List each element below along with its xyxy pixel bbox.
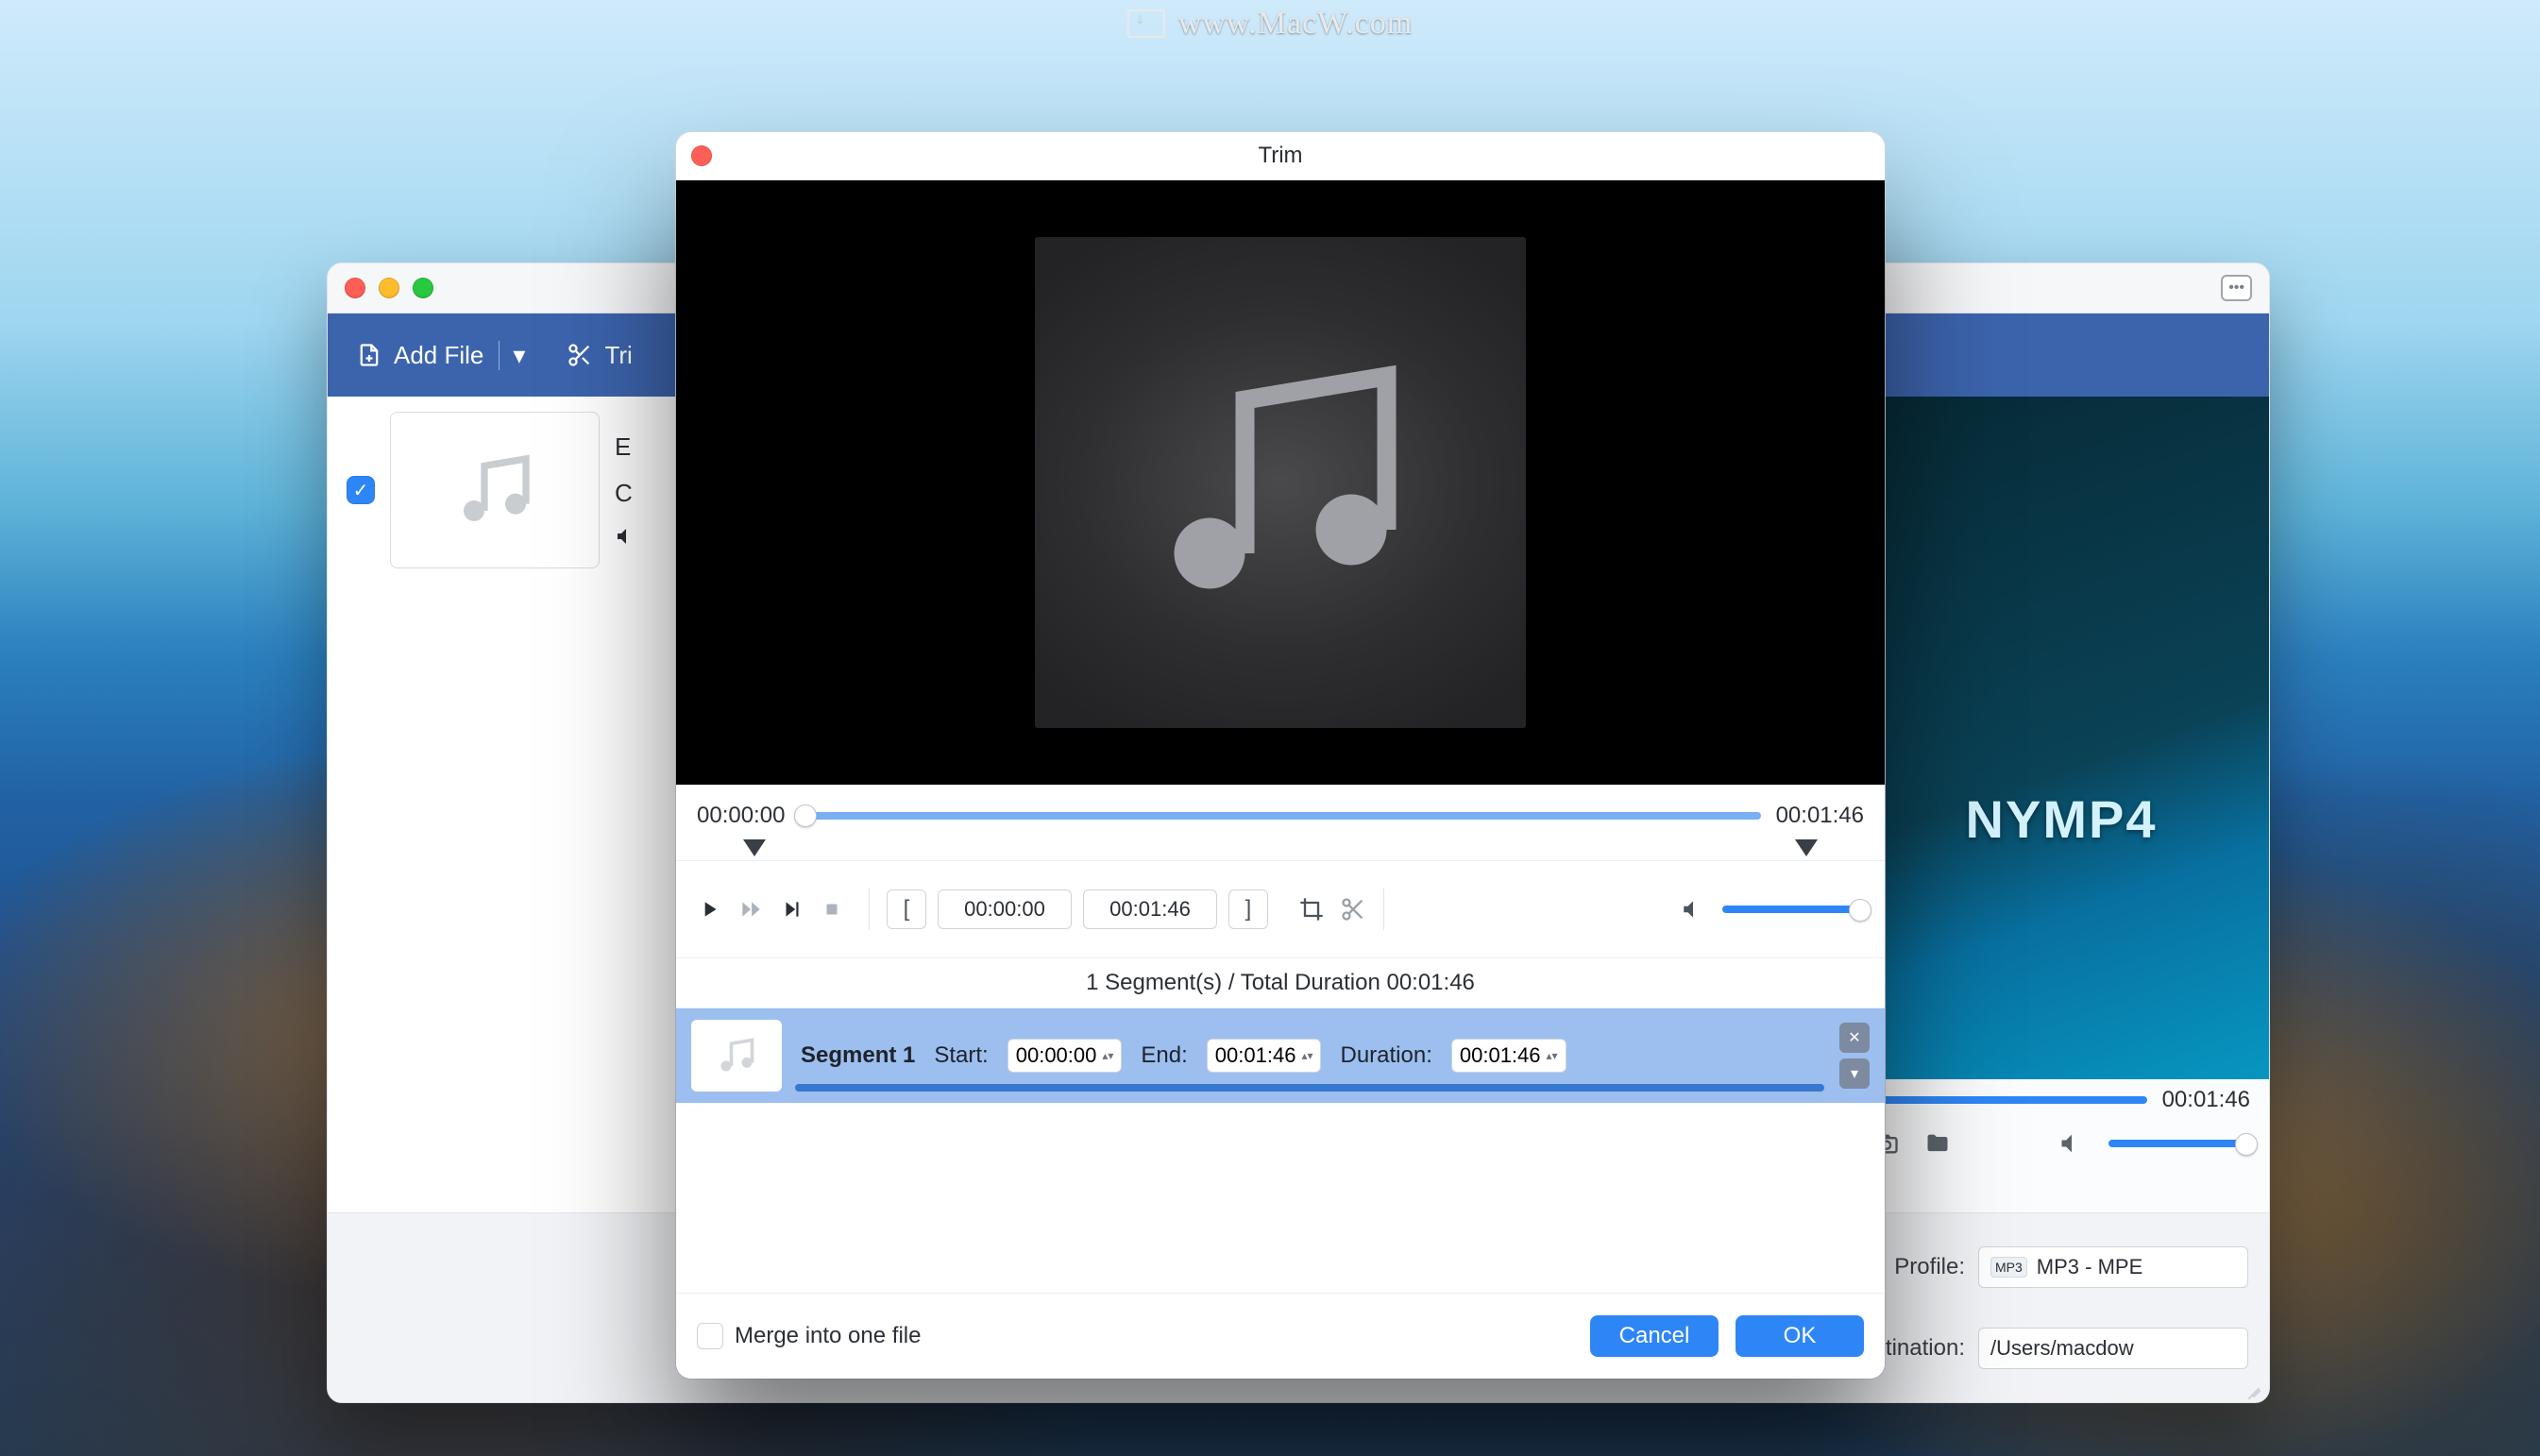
profile-select[interactable]: MP3 MP3 - MPE [1978,1246,2248,1288]
watermark-text: www.MacW.com [1178,6,1413,42]
trim-preview-frame [1035,237,1526,728]
segments-header: 1 Segment(s) / Total Duration 00:01:46 [676,958,1885,1008]
volume-icon[interactable] [2057,1130,2086,1157]
scissors-icon [567,342,593,368]
trim-title: Trim [1258,143,1302,169]
trim-volume-slider[interactable] [1722,906,1864,913]
stepper-arrows-icon[interactable]: ▴▾ [1547,1049,1558,1062]
folder-icon[interactable] [1923,1130,1952,1157]
trim-button[interactable]: Tri [553,333,645,378]
trim-footer: Merge into one file Cancel OK [676,1293,1885,1379]
preview-progress[interactable] [1872,1096,2147,1104]
transport-bar: [ 00:00:00 00:01:46 ] [676,860,1885,958]
meta-line-2: C [615,479,637,508]
file-checkbox[interactable]: ✓ [347,476,375,504]
segment-end-stepper[interactable]: 00:01:46 ▴▾ [1207,1039,1322,1073]
trim-window: Trim 00:00:00 00:01:46 [676,132,1885,1379]
timeline-markers [744,839,1817,860]
preview-duration: 00:01:46 [2162,1087,2250,1113]
meta-line-1: E [615,432,637,462]
crop-icon[interactable] [1298,896,1325,923]
preview-brand: NYMP4 [1966,788,2158,850]
segment-duration-value: 00:01:46 [1460,1043,1541,1068]
feedback-icon[interactable]: ••• [2221,275,2252,301]
timeline-end: 00:01:46 [1776,803,1864,829]
set-out-button[interactable]: ] [1228,889,1268,929]
add-file-icon [356,342,382,368]
window-zoom-button[interactable] [413,278,433,298]
stepper-arrows-icon[interactable]: ▴▾ [1301,1049,1312,1062]
resize-grip[interactable] [2243,1376,2261,1395]
timeline-playhead[interactable] [794,804,817,827]
segment-progress [795,1084,1824,1092]
segment-start-value: 00:00:00 [1016,1043,1097,1068]
timeline-row: 00:00:00 00:01:46 [676,785,1885,838]
volume-slider[interactable] [2108,1140,2250,1147]
segment-expand-button[interactable]: ▾ [1839,1058,1870,1089]
out-time[interactable]: 00:01:46 [1083,889,1217,929]
add-file-dropdown[interactable]: ▾ [499,341,525,370]
window-close-button[interactable] [345,278,365,298]
destination-input[interactable]: /Users/macdow [1978,1328,2248,1369]
in-marker[interactable] [743,839,766,856]
in-time[interactable]: 00:00:00 [938,889,1072,929]
segment-end-label: End: [1141,1042,1187,1069]
segment-end-value: 00:01:46 [1215,1043,1296,1068]
trim-titlebar: Trim [676,132,1885,180]
ok-button[interactable]: OK [1736,1315,1864,1357]
trim-preview [676,180,1885,785]
profile-value: MP3 - MPE [2037,1255,2142,1279]
segment-actions: ✕ ▾ [1839,1023,1870,1089]
file-row-meta: E C [615,432,637,548]
watermark-icon [1127,9,1165,38]
trim-label: Tri [604,341,632,370]
stepper-arrows-icon[interactable]: ▴▾ [1102,1049,1113,1062]
next-frame-button[interactable] [780,897,804,922]
window-controls [345,278,433,298]
profile-format-badge: MP3 [1990,1257,2027,1278]
add-file-button[interactable]: Add File ▾ [343,333,538,378]
segment-duration-stepper[interactable]: 00:01:46 ▴▾ [1451,1039,1566,1073]
watermark: www.MacW.com [1127,0,1413,42]
trim-close-button[interactable] [691,145,712,166]
segment-duration-label: Duration: [1340,1042,1431,1069]
checkbox-box[interactable] [697,1323,723,1349]
segment-start-label: Start: [934,1042,988,1069]
merge-label: Merge into one file [735,1323,921,1349]
segment-start-stepper[interactable]: 00:00:00 ▴▾ [1008,1039,1123,1073]
file-thumbnail [390,412,600,568]
split-icon[interactable] [1340,896,1366,923]
window-minimize-button[interactable] [379,278,399,298]
segment-remove-button[interactable]: ✕ [1839,1023,1870,1053]
fast-forward-button[interactable] [738,897,763,922]
cancel-button[interactable]: Cancel [1590,1315,1719,1357]
play-button[interactable] [697,897,721,922]
timeline-start: 00:00:00 [697,803,785,829]
out-marker[interactable] [1795,839,1818,856]
segment-thumb [691,1020,782,1092]
timeline[interactable] [800,812,1760,820]
speaker-icon [615,525,637,548]
destination-value: /Users/macdow [1990,1336,2134,1360]
set-in-button[interactable]: [ [887,889,926,929]
mute-icon[interactable] [1681,897,1705,922]
add-file-label: Add File [394,341,483,370]
segment-name: Segment 1 [801,1042,915,1069]
merge-checkbox[interactable]: Merge into one file [697,1323,921,1349]
stop-button[interactable] [821,899,842,920]
